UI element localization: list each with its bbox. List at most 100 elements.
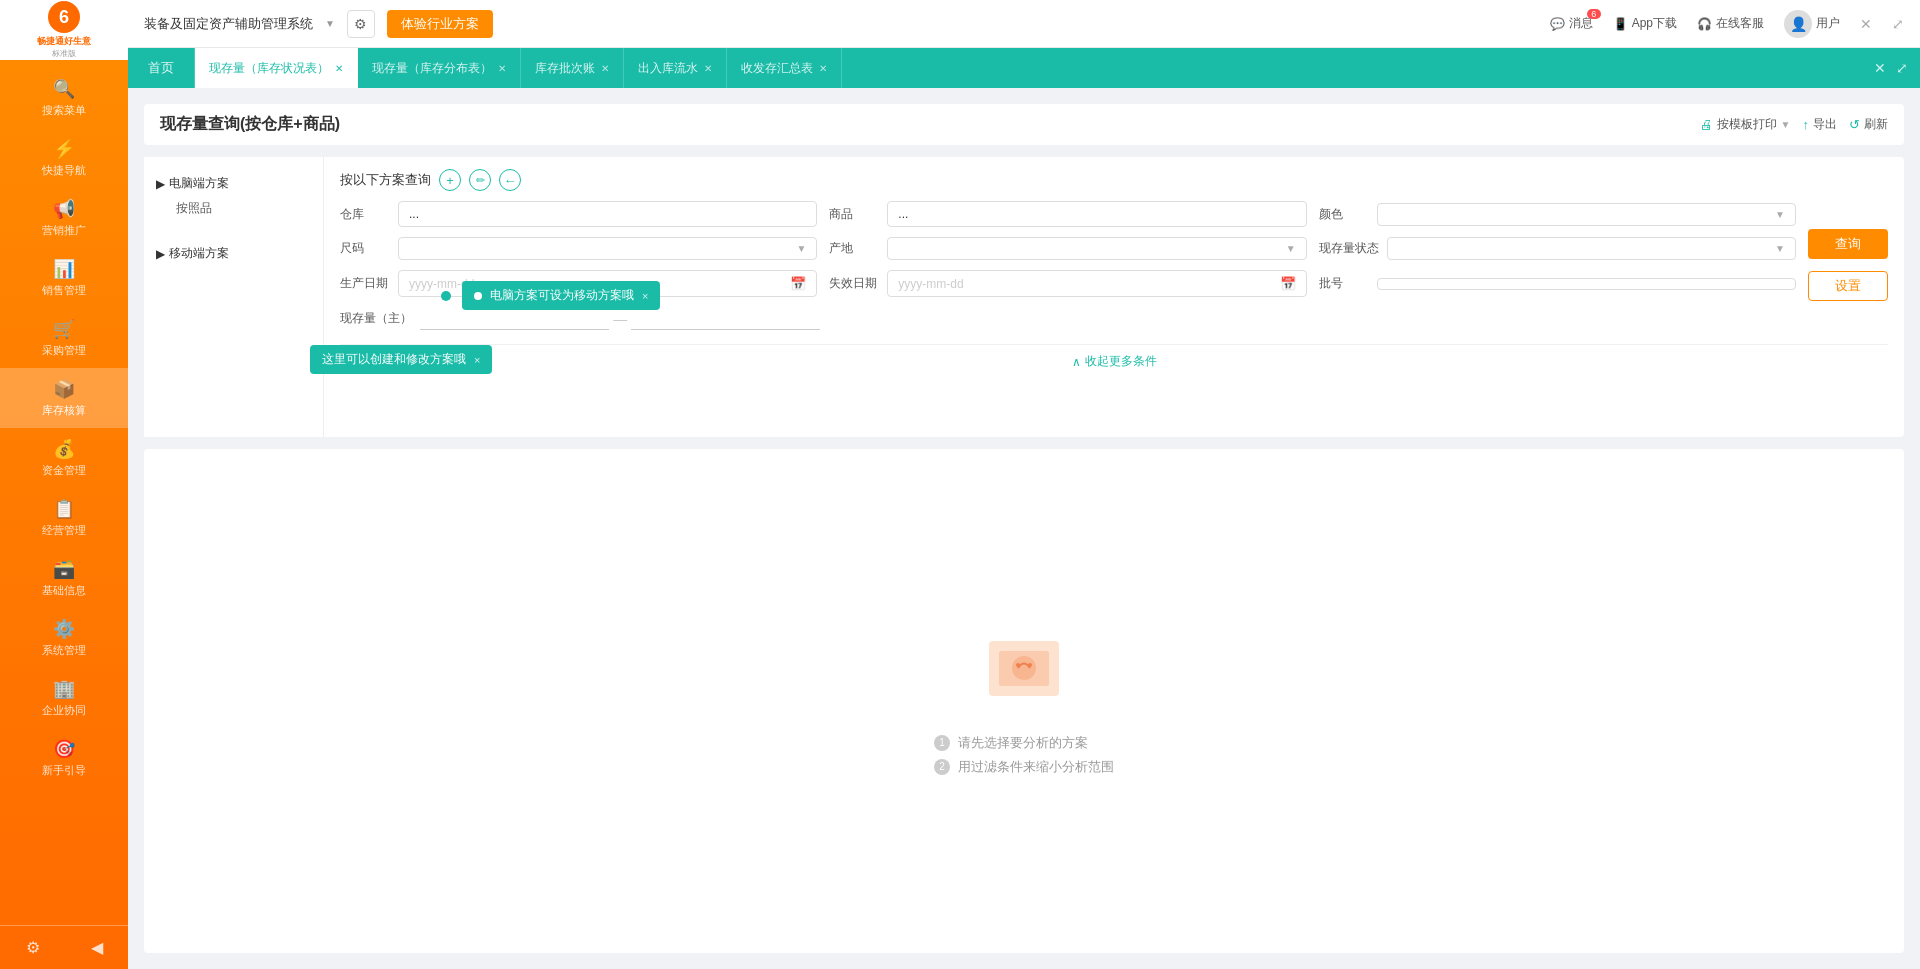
header-left: 装备及固定资产辅助管理系统 ▼ ⚙ 体验行业方案 [144, 10, 493, 38]
tab-inout[interactable]: 出入库流水 ✕ [624, 48, 727, 88]
avatar: 👤 [1784, 10, 1812, 38]
user-btn[interactable]: 👤 用户 [1784, 10, 1840, 38]
tab-expand-btn[interactable]: ⤢ [1896, 60, 1908, 76]
tab-inventory-status[interactable]: 现存量（库存状况表） ✕ [195, 48, 358, 88]
svg-point-3 [1016, 663, 1020, 667]
tab-home[interactable]: 首页 [128, 48, 195, 88]
filter-wrapper: ▶ 电脑端方案 按照品 ▶ 移动端方案 [144, 157, 1904, 437]
stock-main-label: 现存量（主） [340, 310, 412, 327]
tab-inventory-status-close[interactable]: ✕ [335, 63, 343, 74]
print-btn[interactable]: 🖨 按模板打印 ▼ [1700, 116, 1791, 133]
filter-add-btn[interactable]: + [439, 169, 461, 191]
phone-icon: 📱 [1613, 17, 1628, 31]
pc-scheme-item[interactable]: 按照品 [156, 196, 311, 221]
filter-edit-btn[interactable]: ✏ [469, 169, 491, 191]
filter-color: 颜色 ▼ [1319, 203, 1796, 226]
tab-inventory-status-label: 现存量（库存状况表） [209, 60, 329, 77]
tab-inventory-dist[interactable]: 现存量（库存分布表） ✕ [358, 48, 521, 88]
origin-label: 产地 [829, 240, 879, 257]
color-label: 颜色 [1319, 206, 1369, 223]
basic-icon: 🗃️ [53, 558, 75, 580]
tab-batch[interactable]: 库存批次账 ✕ [521, 48, 624, 88]
header-settings-btn[interactable]: ⚙ [347, 10, 375, 38]
maximize-window-btn[interactable]: ⤢ [1892, 16, 1904, 32]
expire-date-placeholder: yyyy-mm-dd [898, 277, 1275, 291]
header-right: 💬 消息 6 📱 App下载 🎧 在线客服 👤 用户 ✕ ⤢ [1550, 10, 1904, 38]
mobile-scheme-group-title[interactable]: ▶ 移动端方案 [156, 241, 311, 266]
tooltip-create-scheme: 这里可以创建和修改方案哦 × [310, 345, 492, 374]
sidebar-item-sales[interactable]: 📊 销售管理 [0, 248, 128, 308]
experience-btn[interactable]: 体验行业方案 [387, 10, 493, 38]
sidebar-item-purchase[interactable]: 🛒 采购管理 [0, 308, 128, 368]
sidebar-item-search[interactable]: 🔍 搜索菜单 [0, 68, 128, 128]
batch-label: 批号 [1319, 275, 1369, 292]
pc-scheme-group: ▶ 电脑端方案 按照品 [144, 167, 323, 225]
stock-status-select[interactable]: ▼ [1387, 237, 1796, 260]
tab-collect-label: 收发存汇总表 [741, 60, 813, 77]
pc-scheme-group-title[interactable]: ▶ 电脑端方案 [156, 171, 311, 196]
tab-collect[interactable]: 收发存汇总表 ✕ [727, 48, 842, 88]
message-btn[interactable]: 💬 消息 6 [1550, 15, 1593, 32]
goods-dots: ... [898, 207, 908, 221]
sidebar-item-newbie[interactable]: 🎯 新手引导 [0, 728, 128, 788]
sidebar-item-finance[interactable]: 💰 资金管理 [0, 428, 128, 488]
size-arrow: ▼ [796, 243, 806, 254]
tab-close-all-btn[interactable]: ✕ [1874, 60, 1886, 76]
tooltip2-close[interactable]: × [474, 354, 480, 366]
origin-select[interactable]: ▼ [887, 237, 1306, 260]
sales-icon: 📊 [53, 258, 75, 280]
system-dropdown-icon[interactable]: ▼ [325, 18, 335, 29]
sidebar-item-guide[interactable]: ⚡ 快捷导航 [0, 128, 128, 188]
marketing-label: 营销推广 [42, 223, 86, 238]
export-btn[interactable]: ↑ 导出 [1803, 116, 1838, 133]
sidebar-item-inventory[interactable]: 📦 库存核算 [0, 368, 128, 428]
tab-batch-close[interactable]: ✕ [601, 63, 609, 74]
sidebar-item-system[interactable]: ⚙️ 系统管理 [0, 608, 128, 668]
tooltip1-close[interactable]: × [642, 290, 648, 302]
message-icon: 💬 [1550, 17, 1565, 31]
sidebar-collapse-btn[interactable]: ◀ [91, 938, 103, 957]
sidebar-item-enterprise[interactable]: 🏢 企业协同 [0, 668, 128, 728]
page-actions: 🖨 按模板打印 ▼ ↑ 导出 ↺ 刷新 [1700, 116, 1888, 133]
filter-header: 按以下方案查询 + ✏ ← [340, 169, 1888, 191]
sidebar-settings-btn[interactable]: ⚙ [26, 938, 40, 957]
tab-collect-close[interactable]: ✕ [819, 63, 827, 74]
refresh-btn[interactable]: ↺ 刷新 [1849, 116, 1888, 133]
collapse-btn[interactable]: ∧ 收起更多条件 [340, 344, 1888, 378]
expire-date-icon: 📅 [1280, 276, 1296, 291]
stock-range-min[interactable] [420, 307, 609, 330]
purchase-label: 采购管理 [42, 343, 86, 358]
tab-inout-close[interactable]: ✕ [704, 63, 712, 74]
expire-date-input[interactable]: yyyy-mm-dd 📅 [887, 270, 1306, 297]
size-select[interactable]: ▼ [398, 237, 817, 260]
headset-icon: 🎧 [1697, 17, 1712, 31]
refresh-icon: ↺ [1849, 117, 1860, 132]
inventory-icon: 📦 [53, 378, 75, 400]
sidebar-item-marketing[interactable]: 📢 营销推广 [0, 188, 128, 248]
online-support-btn[interactable]: 🎧 在线客服 [1697, 15, 1764, 32]
color-select[interactable]: ▼ [1377, 203, 1796, 226]
sidebar: 6 畅捷通好生意 标准版 🔍 搜索菜单 ⚡ 快捷导航 📢 营销推广 📊 销售管理… [0, 0, 128, 969]
search-btn[interactable]: 查询 [1808, 229, 1888, 259]
tab-inout-label: 出入库流水 [638, 60, 698, 77]
sidebar-item-operation[interactable]: 📋 经营管理 [0, 488, 128, 548]
close-window-btn[interactable]: ✕ [1860, 16, 1872, 32]
sidebar-item-basic[interactable]: 🗃️ 基础信息 [0, 548, 128, 608]
system-icon: ⚙️ [53, 618, 75, 640]
page-container: 现存量查询(按仓库+商品) 🖨 按模板打印 ▼ ↑ 导出 ↺ 刷新 [128, 88, 1920, 969]
filter-arrow-btn[interactable]: ← [499, 169, 521, 191]
filter-row-4: 现存量（主） — [340, 307, 1796, 330]
reset-btn[interactable]: 设置 [1808, 271, 1888, 301]
batch-input[interactable] [1377, 278, 1796, 290]
empty-tip-2: 2 用过滤条件来缩小分析范围 [934, 758, 1114, 776]
sidebar-nav: 🔍 搜索菜单 ⚡ 快捷导航 📢 营销推广 📊 销售管理 🛒 采购管理 📦 库存核… [0, 60, 128, 925]
goods-select[interactable]: ... [887, 201, 1306, 227]
stock-range-max[interactable] [631, 307, 820, 330]
warehouse-select[interactable]: ... [398, 201, 817, 227]
tooltip2-text: 这里可以创建和修改方案哦 [322, 351, 466, 368]
app-download-btn[interactable]: 📱 App下载 [1613, 15, 1677, 32]
collapse-icon: ∧ [1072, 355, 1081, 369]
tab-inventory-dist-close[interactable]: ✕ [498, 63, 506, 74]
connector-dot-1 [441, 291, 451, 301]
newbie-icon: 🎯 [53, 738, 75, 760]
